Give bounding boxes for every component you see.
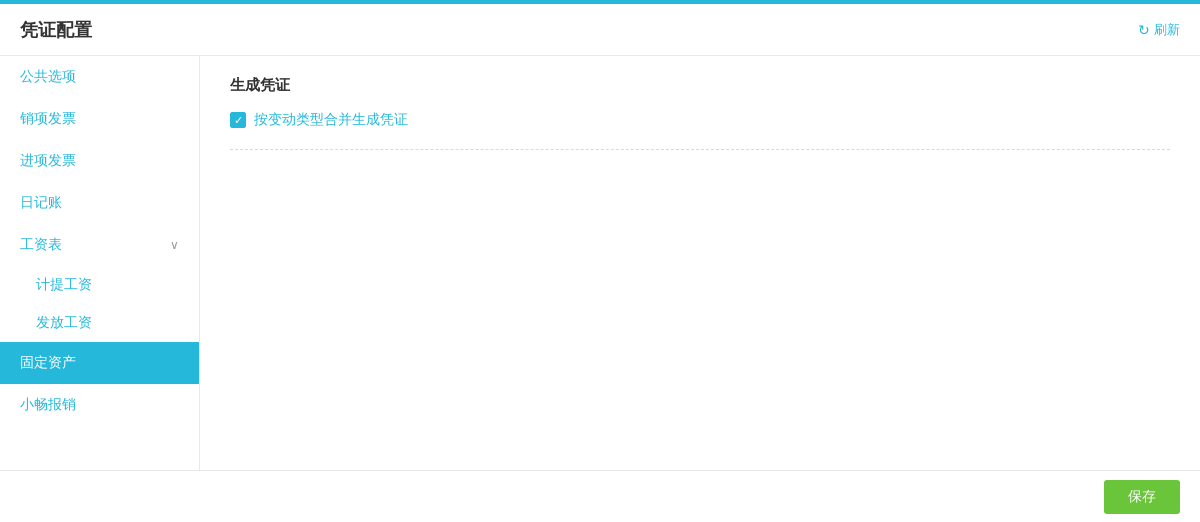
sidebar-item-pay-salary[interactable]: 发放工资 <box>0 304 199 342</box>
merge-checkbox[interactable] <box>230 112 246 128</box>
sidebar-item-label: 工资表 <box>20 236 62 254</box>
section-divider <box>230 149 1170 150</box>
checkbox-label: 按变动类型合并生成凭证 <box>254 111 408 129</box>
header: 凭证配置 ↻ 刷新 <box>0 4 1200 56</box>
chevron-down-icon: ∨ <box>170 238 179 252</box>
main-content: 生成凭证 按变动类型合并生成凭证 <box>200 56 1200 470</box>
sidebar-item-label: 日记账 <box>20 194 62 212</box>
sidebar-item-calc-salary[interactable]: 计提工资 <box>0 266 199 304</box>
sidebar-item-sales-invoice[interactable]: 销项发票 <box>0 98 199 140</box>
checkbox-row: 按变动类型合并生成凭证 <box>230 111 1170 129</box>
sidebar-item-label: 公共选项 <box>20 68 76 86</box>
content-area: 公共选项 销项发票 进项发票 日记账 工资表 ∨ 计提工资 发放工资 固定资 <box>0 56 1200 470</box>
footer: 保存 <box>0 470 1200 522</box>
sidebar: 公共选项 销项发票 进项发票 日记账 工资表 ∨ 计提工资 发放工资 固定资 <box>0 56 200 470</box>
refresh-label: 刷新 <box>1154 21 1180 39</box>
sidebar-item-purchase-invoice[interactable]: 进项发票 <box>0 140 199 182</box>
sidebar-item-journal[interactable]: 日记账 <box>0 182 199 224</box>
page-wrapper: 凭证配置 ↻ 刷新 公共选项 销项发票 进项发票 日记账 工资表 ∨ <box>0 0 1200 522</box>
sidebar-item-label: 固定资产 <box>20 354 76 372</box>
page-title: 凭证配置 <box>20 18 92 42</box>
sidebar-item-expense[interactable]: 小畅报销 <box>0 384 199 426</box>
section-title: 生成凭证 <box>230 76 1170 95</box>
sidebar-item-label: 进项发票 <box>20 152 76 170</box>
sidebar-item-fixed-assets[interactable]: 固定资产 <box>0 342 199 384</box>
save-button[interactable]: 保存 <box>1104 480 1180 514</box>
refresh-icon: ↻ <box>1138 22 1150 38</box>
sidebar-item-label: 销项发票 <box>20 110 76 128</box>
sidebar-item-label: 小畅报销 <box>20 396 76 414</box>
sidebar-item-public[interactable]: 公共选项 <box>0 56 199 98</box>
sidebar-item-payroll[interactable]: 工资表 ∨ <box>0 224 199 266</box>
refresh-button[interactable]: ↻ 刷新 <box>1138 21 1180 39</box>
sidebar-sub-item-label: 发放工资 <box>36 314 92 330</box>
sidebar-sub-item-label: 计提工资 <box>36 276 92 292</box>
